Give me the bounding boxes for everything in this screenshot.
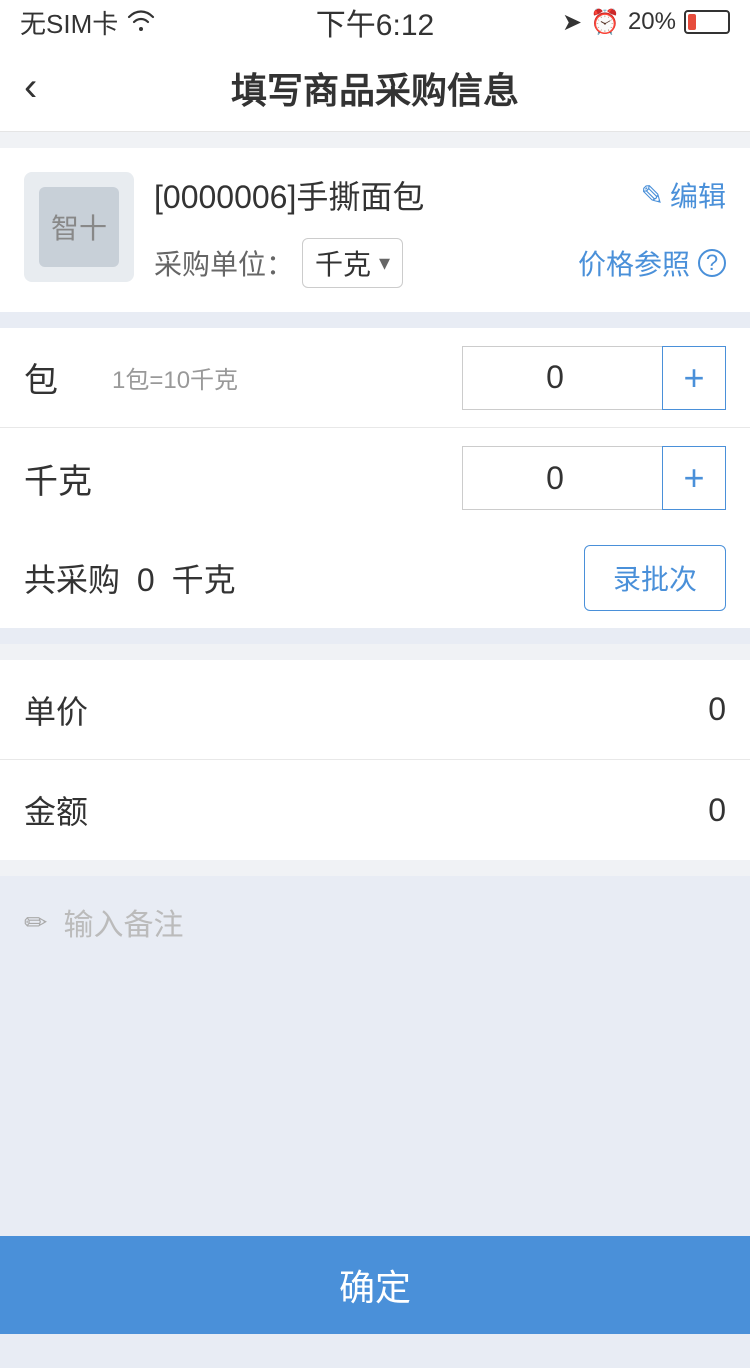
edit-icon: ✎: [641, 179, 664, 212]
edit-button[interactable]: ✎ 编辑: [641, 175, 726, 215]
carrier-text: 无SIM卡: [20, 4, 118, 41]
bao-plus-button[interactable]: +: [662, 346, 726, 410]
product-info: [0000006]手撕面包 ✎ 编辑 采购单位： 千克 ▾ 价格参照 ?: [154, 172, 726, 288]
notes-section[interactable]: ✏ 输入备注: [0, 876, 750, 968]
product-unit-row: 采购单位： 千克 ▾ 价格参照 ?: [154, 238, 726, 288]
kg-input-row: 千克 +: [0, 428, 750, 528]
divider-1: [0, 312, 750, 328]
confirm-label: 确定: [339, 1259, 411, 1311]
kg-input[interactable]: [462, 446, 662, 510]
product-card: 智十 [0000006]手撕面包 ✎ 编辑 采购单位： 千克 ▾ 价格参照 ?: [0, 148, 750, 312]
status-bar: 无SIM卡 下午6:12 ➤ ⏰ 20%: [0, 0, 750, 44]
alarm-icon: ⏰: [590, 8, 620, 37]
unit-price-row: 单价 0: [0, 660, 750, 760]
bao-label: 包: [24, 353, 104, 402]
product-image: 智十: [24, 172, 134, 282]
help-icon: ?: [698, 249, 726, 277]
unit-select[interactable]: 千克 ▾: [302, 238, 403, 288]
kg-label: 千克: [24, 454, 104, 503]
product-logo: 智十: [39, 187, 119, 267]
notes-icon: ✏: [24, 906, 47, 939]
battery-icon: [684, 10, 730, 34]
summary-value: 0: [137, 562, 155, 598]
notes-placeholder: 输入备注: [63, 900, 183, 944]
price-reference-button[interactable]: 价格参照 ?: [578, 243, 726, 283]
divider-2: [0, 628, 750, 644]
kg-input-control: +: [462, 446, 726, 510]
status-bar-left: 无SIM卡: [20, 4, 156, 41]
summary-row: 共采购 0 千克 录批次: [0, 528, 750, 628]
wifi-icon: [126, 7, 156, 38]
summary-text: 共采购 0 千克: [24, 555, 236, 601]
summary-unit: 千克: [172, 562, 236, 598]
battery-percent: 20%: [628, 8, 676, 36]
price-section: 单价 0 金额 0: [0, 660, 750, 860]
input-section: 包 1包=10千克 + 千克 +: [0, 328, 750, 528]
amount-label: 金额: [24, 787, 88, 833]
confirm-button[interactable]: 确定: [0, 1236, 750, 1334]
nav-bar: ‹ 填写商品采购信息: [0, 44, 750, 132]
product-name: [0000006]手撕面包: [154, 172, 424, 218]
bao-input-row: 包 1包=10千克 +: [0, 328, 750, 428]
edit-label: 编辑: [670, 175, 726, 215]
bao-input-control: +: [462, 346, 726, 410]
unit-price-value: 0: [708, 691, 726, 728]
bao-input[interactable]: [462, 346, 662, 410]
amount-value: 0: [708, 792, 726, 829]
page-title: 填写商品采购信息: [231, 62, 519, 114]
bao-sublabel: 1包=10千克: [112, 360, 462, 395]
kg-plus-button[interactable]: +: [662, 446, 726, 510]
dropdown-icon: ▾: [379, 250, 390, 276]
summary-prefix: 共采购: [24, 562, 120, 598]
unit-value: 千克: [315, 243, 371, 283]
amount-row: 金额 0: [0, 760, 750, 860]
back-button[interactable]: ‹: [24, 65, 37, 110]
price-ref-label: 价格参照: [578, 243, 690, 283]
location-icon: ➤: [562, 8, 582, 37]
batch-button[interactable]: 录批次: [584, 545, 726, 611]
unit-price-label: 单价: [24, 687, 88, 733]
product-name-row: [0000006]手撕面包 ✎ 编辑: [154, 172, 726, 218]
unit-label: 采购单位：: [154, 243, 294, 283]
status-bar-time: 下午6:12: [316, 0, 434, 44]
status-bar-right: ➤ ⏰ 20%: [562, 8, 730, 37]
